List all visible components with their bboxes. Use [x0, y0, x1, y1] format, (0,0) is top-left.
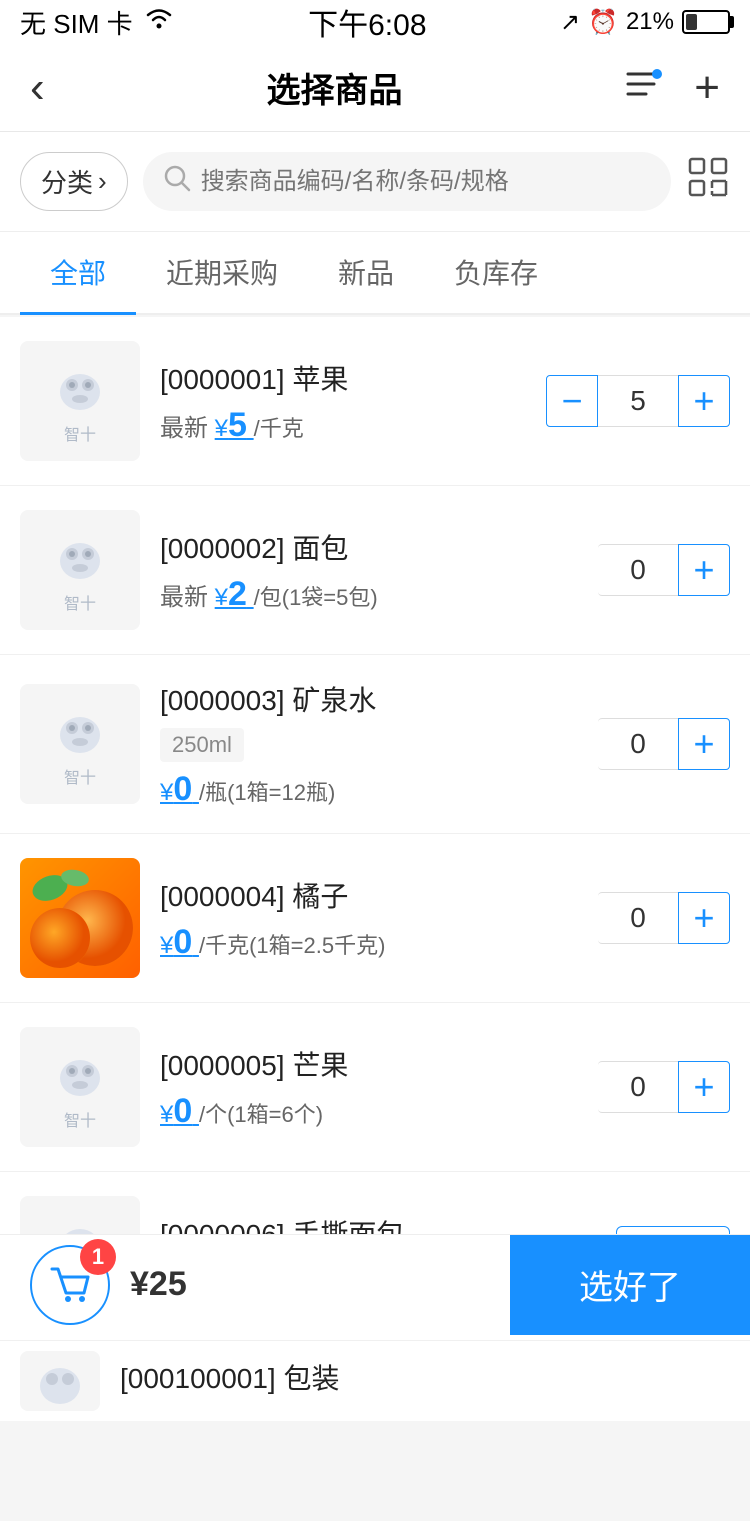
qty-input-mango[interactable]: [598, 1061, 678, 1113]
back-button[interactable]: ‹: [30, 63, 45, 113]
qty-plus-orange[interactable]: +: [678, 892, 730, 944]
qty-plus-apple[interactable]: +: [678, 375, 730, 427]
category-chevron: ›: [98, 166, 107, 197]
category-button[interactable]: 分类 ›: [20, 152, 128, 211]
status-left: 无 SIM 卡: [20, 4, 175, 41]
qty-control-bread: +: [598, 544, 730, 596]
category-label: 分类: [41, 163, 93, 200]
product-info-mango: [0000005] 芒果 ¥0 /个(1箱=6个): [160, 1044, 578, 1131]
qty-input-orange[interactable]: [598, 892, 678, 944]
battery-icon: [682, 10, 730, 34]
filter-icon[interactable]: [624, 66, 664, 109]
status-right: ↗ ⏰ 21%: [560, 8, 730, 37]
cart-section: 1 ¥25: [0, 1245, 510, 1325]
product-info-partial: [000100001] 包装: [120, 1357, 730, 1405]
location-icon: ↗: [560, 8, 580, 37]
search-input[interactable]: [201, 168, 651, 196]
page-title: 选择商品: [266, 63, 402, 112]
product-name-partial: [000100001] 包装: [120, 1357, 730, 1397]
product-info-water: [0000003] 矿泉水 250ml ¥0 /瓶(1箱=12瓶): [160, 679, 578, 809]
product-item-partial: [000100001] 包装: [0, 1341, 750, 1421]
confirm-button[interactable]: 选好了: [510, 1235, 750, 1335]
qty-minus-apple[interactable]: −: [546, 375, 598, 427]
qty-control-apple: − +: [546, 375, 730, 427]
tab-all[interactable]: 全部: [20, 232, 136, 315]
product-item-0000003: 智十 [0000003] 矿泉水 250ml ¥0 /瓶(1箱=12瓶) +: [0, 655, 750, 834]
qty-control-mango: +: [598, 1061, 730, 1113]
product-info-apple: [0000001] 苹果 最新 ¥5 /千克: [160, 358, 526, 445]
search-icon: [163, 164, 191, 199]
alarm-icon: ⏰: [588, 8, 618, 37]
filter-search-bar: 分类 ›: [0, 132, 750, 232]
product-image-apple: 智十: [20, 341, 140, 461]
cart-icon[interactable]: 1: [30, 1245, 110, 1325]
battery-percent: 21%: [626, 8, 674, 36]
product-price-orange: ¥0 /千克(1箱=2.5千克): [160, 923, 578, 962]
qty-input-apple[interactable]: [598, 375, 678, 427]
cart-total: ¥25: [130, 1265, 187, 1304]
product-price-water: ¥0 /瓶(1箱=12瓶): [160, 770, 578, 809]
product-name-mango: [0000005] 芒果: [160, 1044, 578, 1084]
product-info-bread: [0000002] 面包 最新 ¥2 /包(1袋=5包): [160, 527, 578, 614]
product-item-0000001: 智十 [0000001] 苹果 最新 ¥5 /千克 − +: [0, 317, 750, 486]
qty-control-water: +: [598, 718, 730, 770]
qty-plus-water[interactable]: +: [678, 718, 730, 770]
product-item-0000004: [0000004] 橘子 ¥0 /千克(1箱=2.5千克) +: [0, 834, 750, 1003]
search-input-wrap: [143, 152, 671, 211]
product-price-bread: 最新 ¥2 /包(1袋=5包): [160, 575, 578, 614]
product-price-apple: 最新 ¥5 /千克: [160, 406, 526, 445]
product-image-partial: [20, 1351, 100, 1411]
qty-plus-bread[interactable]: +: [678, 544, 730, 596]
product-spec-water: 250ml: [160, 728, 244, 762]
tab-new[interactable]: 新品: [308, 232, 424, 315]
wifi-icon: [143, 7, 175, 38]
tab-negative[interactable]: 负库存: [424, 232, 568, 315]
carrier-text: 无 SIM 卡: [20, 4, 133, 41]
status-bar: 无 SIM 卡 下午6:08 ↗ ⏰ 21%: [0, 0, 750, 44]
add-button[interactable]: +: [694, 63, 720, 113]
product-image-bread: 智十: [20, 510, 140, 630]
tab-bar: 全部 近期采购 新品 负库存: [0, 232, 750, 315]
product-item-0000005: 智十 [0000005] 芒果 ¥0 /个(1箱=6个) +: [0, 1003, 750, 1172]
product-name-orange: [0000004] 橘子: [160, 875, 578, 915]
qty-plus-mango[interactable]: +: [678, 1061, 730, 1113]
product-info-orange: [0000004] 橘子 ¥0 /千克(1箱=2.5千克): [160, 875, 578, 962]
product-item-0000002: 智十 [0000002] 面包 最新 ¥2 /包(1袋=5包) +: [0, 486, 750, 655]
cart-badge: 1: [80, 1239, 116, 1275]
qty-control-orange: +: [598, 892, 730, 944]
tab-recent[interactable]: 近期采购: [136, 232, 308, 315]
product-image-water: 智十: [20, 684, 140, 804]
qty-input-bread[interactable]: [598, 544, 678, 596]
status-time: 下午6:08: [308, 0, 426, 44]
nav-actions: +: [624, 63, 720, 113]
product-name-apple: [0000001] 苹果: [160, 358, 526, 398]
nav-bar: ‹ 选择商品 +: [0, 44, 750, 132]
qty-input-water[interactable]: [598, 718, 678, 770]
bottom-bar: 1 ¥25 选好了: [0, 1234, 750, 1334]
product-image-orange: [20, 858, 140, 978]
product-name-water: [0000003] 矿泉水: [160, 679, 578, 719]
product-name-bread: [0000002] 面包: [160, 527, 578, 567]
product-image-mango: 智十: [20, 1027, 140, 1147]
product-price-mango: ¥0 /个(1箱=6个): [160, 1092, 578, 1131]
scan-icon[interactable]: [686, 155, 730, 208]
